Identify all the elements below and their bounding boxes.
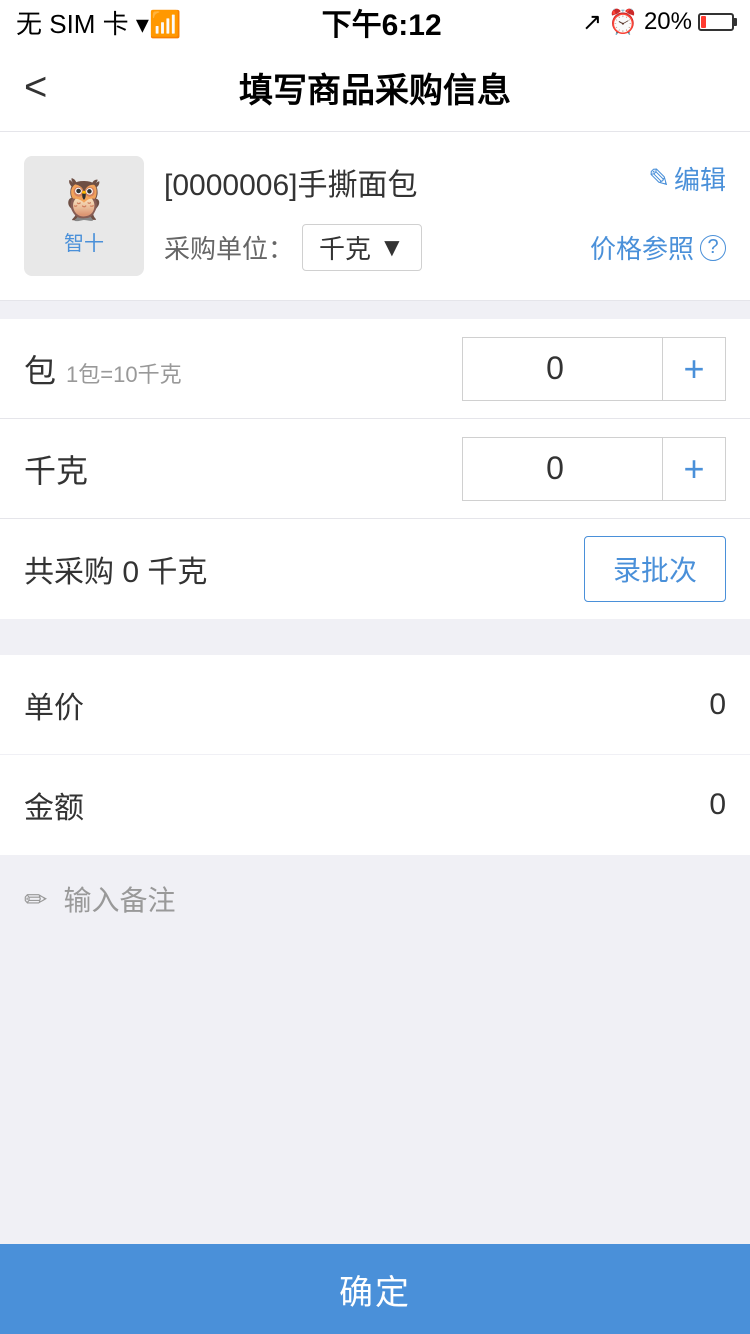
quantity-section: 包 1包=10千克 + 千克 + 共采购 0 千克 录批次 — [0, 319, 750, 619]
confirm-button[interactable]: 确定 — [0, 1244, 750, 1334]
bao-input[interactable] — [462, 337, 662, 401]
edit-icon: ✎ — [648, 163, 670, 194]
product-image-label: 智十 — [64, 227, 104, 256]
notes-placeholder: 输入备注 — [63, 879, 175, 919]
bao-label: 包 1包=10千克 — [24, 346, 182, 392]
page-title: 填写商品采购信息 — [239, 63, 511, 112]
notes-section[interactable]: ✏ 输入备注 — [0, 855, 750, 943]
product-owl-icon: 🦉 — [59, 176, 109, 223]
total-label: 共采购 0 千克 — [24, 547, 207, 591]
battery-percent: 20% — [644, 8, 692, 36]
price-ref-label: 价格参照 — [590, 229, 694, 266]
price-ref-button[interactable]: 价格参照 ? — [590, 229, 726, 266]
product-image: 🦉 智十 — [24, 156, 144, 276]
status-right-icons: ↗ ⏰ 20% — [582, 8, 734, 37]
unit-prefix-label: 采购单位： — [164, 229, 294, 266]
kg-input[interactable] — [462, 437, 662, 501]
kg-label: 千克 — [24, 446, 88, 492]
bottom-empty-area — [0, 943, 750, 1243]
amount-value: 0 — [709, 788, 726, 822]
bao-input-group: + — [462, 337, 726, 401]
kg-plus-button[interactable]: + — [662, 437, 726, 501]
price-section: 单价 0 金额 0 — [0, 655, 750, 855]
quantity-row-bao: 包 1包=10千克 + — [0, 319, 750, 419]
bao-sublabel: 1包=10千克 — [66, 357, 182, 389]
edit-button[interactable]: ✎ 编辑 — [648, 160, 726, 197]
unit-price-row: 单价 0 — [0, 655, 750, 755]
help-icon: ? — [700, 235, 726, 261]
product-info: [0000006]手撕面包 ✎ 编辑 采购单位： 千克 ▼ 价格参照 ? — [164, 156, 726, 271]
product-name: [0000006]手撕面包 — [164, 160, 417, 204]
kg-input-group: + — [462, 437, 726, 501]
amount-label: 金额 — [24, 783, 84, 827]
back-button[interactable]: < — [24, 65, 47, 110]
battery-icon — [698, 13, 734, 31]
section-divider-2 — [0, 619, 750, 637]
product-card: 🦉 智十 [0000006]手撕面包 ✎ 编辑 采购单位： 千克 ▼ — [0, 132, 750, 301]
bao-plus-button[interactable]: + — [662, 337, 726, 401]
carrier-text: 无 SIM 卡 ▾📶 — [16, 4, 181, 41]
quantity-row-kg: 千克 + — [0, 419, 750, 519]
amount-row: 金额 0 — [0, 755, 750, 855]
nav-bar: < 填写商品采购信息 — [0, 44, 750, 132]
unit-value: 千克 — [319, 229, 371, 266]
record-batch-button[interactable]: 录批次 — [584, 536, 726, 602]
chevron-down-icon: ▼ — [379, 232, 405, 263]
section-divider-1 — [0, 301, 750, 319]
total-row: 共采购 0 千克 录批次 — [0, 519, 750, 619]
status-bar: 无 SIM 卡 ▾📶 下午6:12 ↗ ⏰ 20% — [0, 0, 750, 44]
alarm-icon: ⏰ — [608, 8, 638, 37]
pencil-icon: ✏ — [24, 883, 47, 916]
unit-price-label: 单价 — [24, 683, 84, 727]
unit-select[interactable]: 千克 ▼ — [302, 224, 422, 271]
time-display: 下午6:12 — [322, 0, 442, 44]
location-icon: ↗ — [582, 8, 602, 37]
unit-price-value: 0 — [709, 688, 726, 722]
